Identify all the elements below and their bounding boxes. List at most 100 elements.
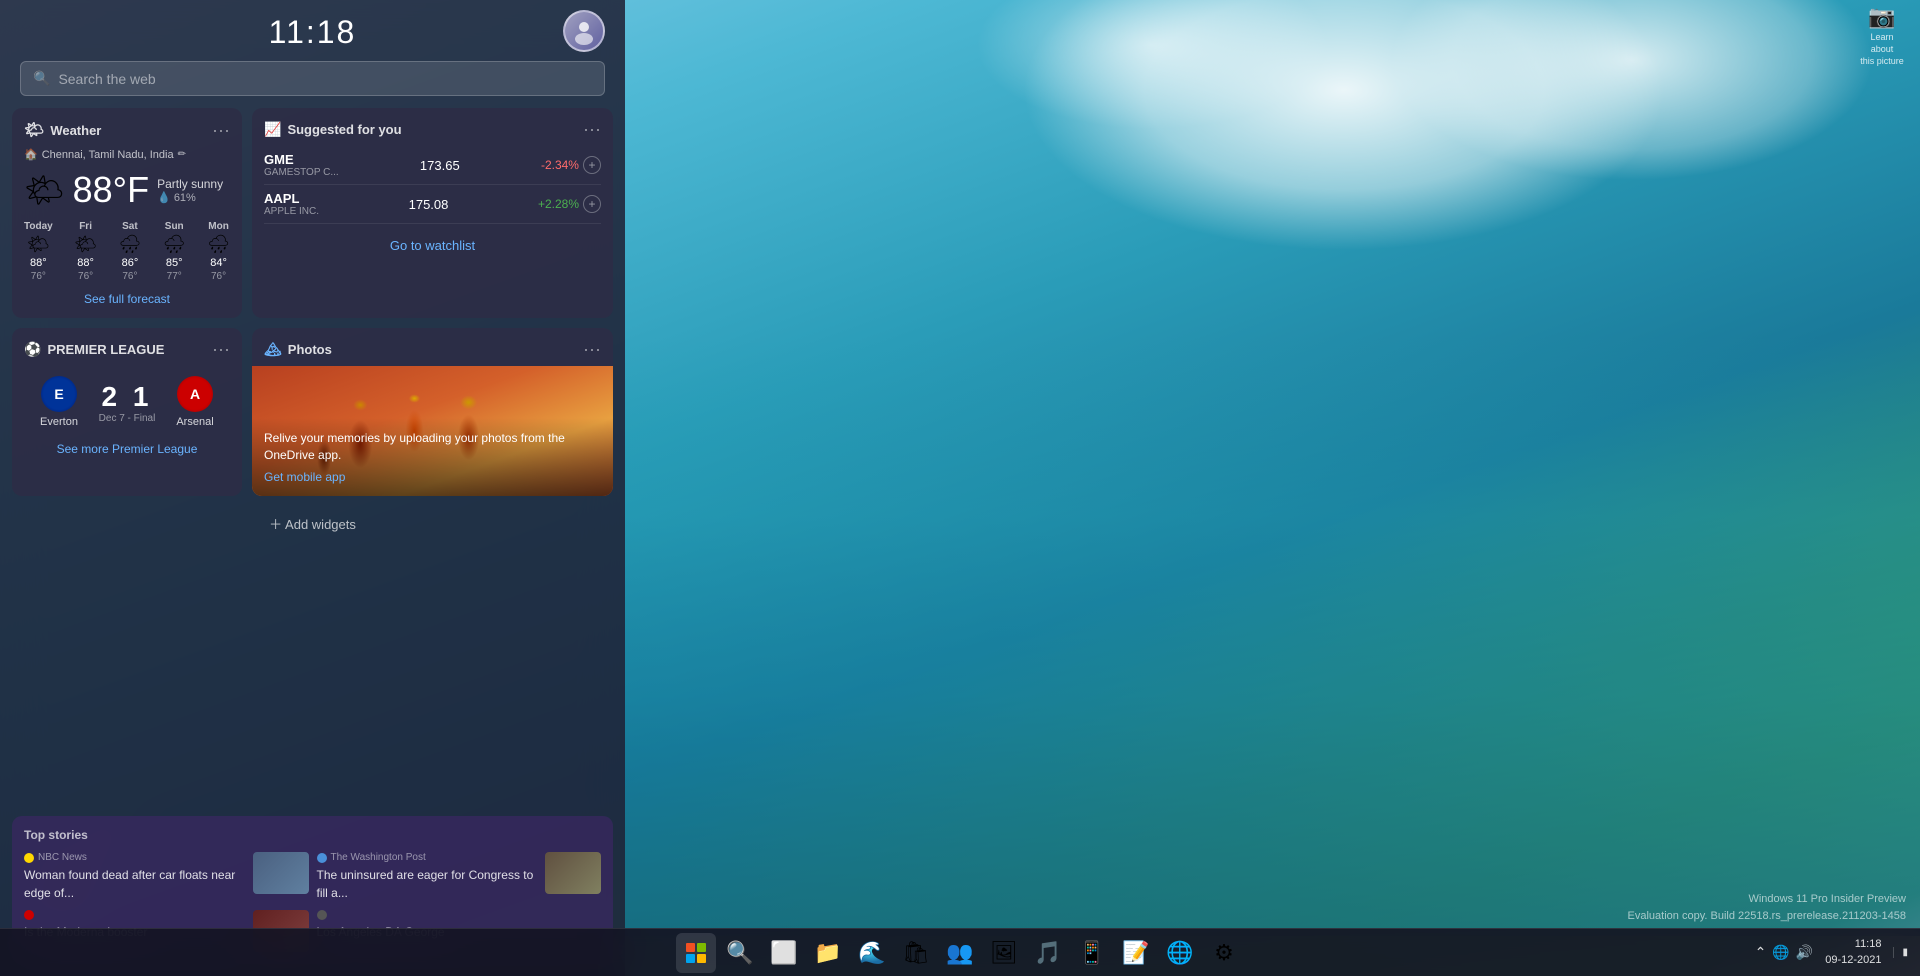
pl-icon: ⚽: [24, 341, 41, 358]
taskbar-right: ⌃ 🌐 🔊 11:18 09-12-2021 ▮: [1755, 937, 1908, 968]
taskbar-search-button[interactable]: 🔍: [720, 933, 760, 973]
forecast-low-4: 76°: [211, 271, 226, 282]
store-button[interactable]: 🛍: [896, 933, 936, 973]
weather-temp: 88°F: [73, 169, 149, 211]
edit-icon[interactable]: ✏: [178, 149, 186, 160]
forecast-sun: Sun 🌧 85° 77°: [163, 221, 186, 282]
start-button[interactable]: [676, 933, 716, 973]
photos-message: Relive your memories by uploading your p…: [264, 430, 601, 464]
weather-more-button[interactable]: ···: [212, 121, 230, 139]
photos-title-text: Photos: [288, 342, 332, 357]
file-explorer-button[interactable]: 📁: [808, 933, 848, 973]
time-display: 11:18: [269, 14, 357, 51]
forecast-high-3: 85°: [166, 257, 183, 269]
gme-ticker: GME: [264, 152, 339, 167]
forecast-day-label-4: Mon: [208, 221, 229, 232]
story-headline-1: The uninsured are eager for Congress to …: [317, 868, 534, 900]
photos-app-button[interactable]: 🖼: [984, 933, 1024, 973]
user-avatar[interactable]: [563, 10, 605, 52]
forecast-high-1: 88°: [77, 257, 94, 269]
task-view-button[interactable]: ⬜: [764, 933, 804, 973]
photos-get-app-button[interactable]: Get mobile app: [264, 470, 601, 484]
suggested-title: 📈 Suggested for you: [264, 121, 402, 138]
tray-time: 11:18: [1855, 937, 1882, 952]
weather-title: 🌤 Weather: [24, 120, 101, 140]
pl-header: ⚽ PREMIER LEAGUE ···: [24, 340, 230, 358]
photos-app-icon: 🖼: [990, 940, 1018, 966]
learn-about-label: Learn about this picture: [1858, 32, 1906, 67]
show-desktop-button[interactable]: ▮: [1893, 947, 1908, 958]
story-thumb-1: [545, 852, 601, 894]
settings-button[interactable]: ⚙: [1204, 933, 1244, 973]
network-icon[interactable]: 🌐: [1772, 944, 1789, 961]
camera-icon: 📷: [1868, 4, 1895, 30]
phone-link-button[interactable]: 📱: [1072, 933, 1112, 973]
story-headline-0: Woman found dead after car floats near e…: [24, 868, 235, 900]
forecast-low-2: 76°: [122, 271, 137, 282]
photos-title: 🏔 Photos: [264, 341, 332, 358]
search-bar[interactable]: 🔍: [20, 61, 605, 96]
add-widgets-button[interactable]: ＋ Add widgets: [12, 506, 613, 541]
see-forecast-button[interactable]: See full forecast: [24, 292, 230, 306]
forecast-low-1: 76°: [78, 271, 93, 282]
learn-about-picture-button[interactable]: 📷 Learn about this picture: [1858, 12, 1906, 60]
everton-crest: E: [41, 376, 77, 412]
aapl-name: APPLE INC.: [264, 206, 319, 217]
aapl-add-button[interactable]: +: [583, 195, 601, 213]
score-area: 2 1 Dec 7 - Final: [99, 381, 156, 424]
suggested-title-text: Suggested for you: [287, 122, 401, 137]
gme-add-button[interactable]: +: [583, 156, 601, 174]
teams-button[interactable]: 👥: [940, 933, 980, 973]
arsenal-crest: A: [177, 376, 213, 412]
story-source-1: The Washington Post: [317, 852, 538, 863]
edge-alt-button[interactable]: 🌐: [1160, 933, 1200, 973]
chevron-up-icon[interactable]: ⌃: [1755, 944, 1767, 961]
source-dot-2: [24, 910, 34, 920]
weather-description: Partly sunny: [157, 177, 223, 191]
media-player-button[interactable]: 🎵: [1028, 933, 1068, 973]
weather-widget: 🌤 Weather ··· 🏠 Chennai, Tamil Nadu, Ind…: [12, 108, 242, 318]
story-item-0[interactable]: NBC News Woman found dead after car floa…: [24, 852, 309, 902]
forecast-day-label-2: Sat: [122, 221, 138, 232]
media-player-icon: 🎵: [1034, 940, 1061, 966]
system-clock[interactable]: 11:18 09-12-2021: [1825, 937, 1881, 968]
pl-more-button[interactable]: ···: [212, 340, 230, 358]
win-quad-1: [686, 943, 695, 952]
see-more-pl-button[interactable]: See more Premier League: [24, 442, 230, 456]
forecast-icon-0: 🌤: [27, 234, 50, 255]
pl-title-text: PREMIER LEAGUE: [47, 342, 164, 357]
tray-date: 09-12-2021: [1825, 953, 1881, 968]
gme-price: 173.65: [420, 158, 460, 173]
weather-main-icon: 🌤: [24, 171, 65, 209]
search-icon: 🔍: [33, 70, 50, 87]
notepad-button[interactable]: 📝: [1116, 933, 1156, 973]
weather-title-text: Weather: [50, 123, 101, 138]
stock-row-gme[interactable]: GME GAMESTOP C... 173.65 -2.34% +: [264, 146, 601, 185]
forecast-icon-2: 🌧: [118, 234, 141, 255]
forecast-high-2: 86°: [122, 257, 139, 269]
suggested-more-button[interactable]: ···: [583, 120, 601, 138]
search-input[interactable]: [58, 71, 592, 87]
watchlist-button[interactable]: Go to watchlist: [264, 230, 601, 261]
photos-more-button[interactable]: ···: [583, 340, 601, 358]
aapl-info: AAPL APPLE INC.: [264, 191, 319, 217]
edge-button[interactable]: 🌊: [852, 933, 892, 973]
add-widgets-label: Add widgets: [285, 517, 356, 532]
forecast-day-label-3: Sun: [165, 221, 184, 232]
weather-icon: 🌤: [24, 120, 44, 140]
eval-line1: Windows 11 Pro Insider Preview: [1628, 891, 1906, 909]
forecast-icon-1: 🌤: [74, 234, 97, 255]
aapl-ticker: AAPL: [264, 191, 319, 206]
weather-location: 🏠 Chennai, Tamil Nadu, India ✏: [24, 148, 230, 161]
story-source-3: [317, 910, 602, 920]
forecast-high-0: 88°: [30, 257, 47, 269]
stock-row-aapl[interactable]: AAPL APPLE INC. 175.08 +2.28% +: [264, 185, 601, 224]
story-text-0: NBC News Woman found dead after car floa…: [24, 852, 245, 902]
widgets-row-2: ⚽ PREMIER LEAGUE ··· E Everton 2 1 Dec: [12, 328, 613, 496]
everton-info: E Everton: [24, 376, 94, 428]
volume-icon[interactable]: 🔊: [1796, 944, 1813, 961]
taskbar-center: 🔍 ⬜ 📁 🌊 🛍 👥 🖼 🎵 �: [676, 933, 1244, 973]
island-layer: [620, 336, 1920, 936]
match-score: 2 1: [102, 381, 153, 413]
story-item-1[interactable]: The Washington Post The uninsured are ea…: [317, 852, 602, 902]
